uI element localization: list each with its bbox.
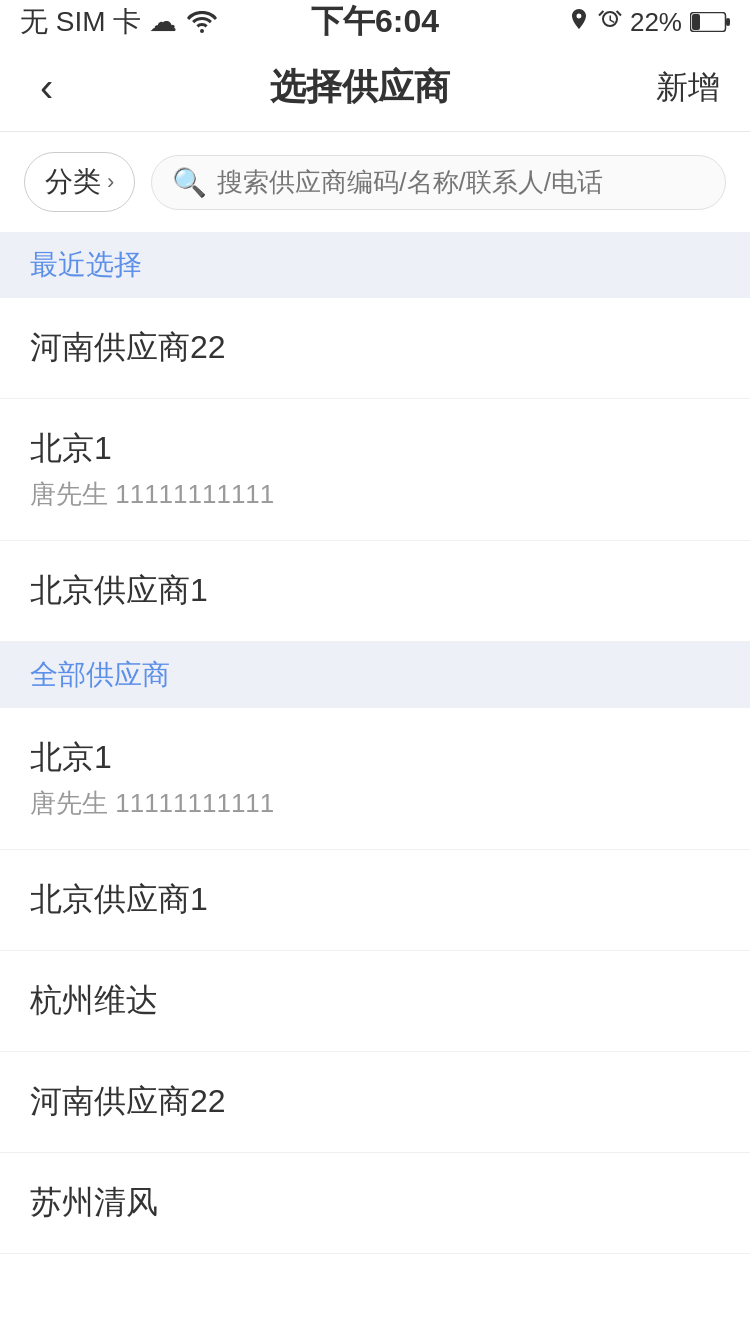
page-title: 选择供应商	[270, 63, 450, 112]
search-icon: 🔍	[172, 166, 207, 199]
list-item[interactable]: 河南供应商22	[0, 298, 750, 399]
item-name: 北京供应商1	[30, 878, 720, 922]
wifi-icon	[187, 11, 217, 33]
status-time: 下午6:04	[311, 0, 439, 44]
add-button[interactable]: 新增	[656, 66, 720, 110]
filter-bar: 分类 › 🔍	[0, 132, 750, 232]
search-box[interactable]: 🔍	[151, 155, 726, 210]
list-item[interactable]: 北京1 唐先生 11111111111	[0, 399, 750, 541]
back-button[interactable]: ‹	[30, 55, 63, 120]
item-sub: 唐先生 11111111111	[30, 477, 720, 512]
alarm-icon	[598, 9, 622, 35]
item-name: 北京1	[30, 736, 720, 780]
item-name: 北京1	[30, 427, 720, 471]
list-item[interactable]: 河南供应商22	[0, 1052, 750, 1153]
recent-section-label: 最近选择	[30, 249, 142, 280]
list-item[interactable]: 杭州维达	[0, 951, 750, 1052]
item-name: 河南供应商22	[30, 1080, 720, 1124]
list-item[interactable]: 苏州清风	[0, 1153, 750, 1254]
status-right: 22%	[568, 7, 730, 38]
battery-icon	[690, 12, 730, 32]
all-section-header: 全部供应商	[0, 642, 750, 708]
item-name: 苏州清风	[30, 1181, 720, 1225]
list-item[interactable]: 北京1 唐先生 11111111111	[0, 708, 750, 850]
recent-list: 河南供应商22 北京1 唐先生 11111111111 北京供应商1	[0, 298, 750, 642]
no-sim-text: 无 SIM 卡 ☁	[20, 3, 177, 41]
svg-rect-2	[726, 18, 730, 26]
item-name: 杭州维达	[30, 979, 720, 1023]
item-sub: 唐先生 11111111111	[30, 786, 720, 821]
search-input[interactable]	[217, 167, 705, 198]
item-name: 河南供应商22	[30, 326, 720, 370]
item-name: 北京供应商1	[30, 569, 720, 613]
battery-text: 22%	[630, 7, 682, 38]
nav-bar: ‹ 选择供应商 新增	[0, 44, 750, 132]
svg-rect-1	[692, 14, 700, 30]
category-label: 分类	[45, 163, 101, 201]
location-icon	[568, 9, 590, 35]
list-item[interactable]: 北京供应商1	[0, 850, 750, 951]
status-left: 无 SIM 卡 ☁	[20, 3, 217, 41]
recent-section-header: 最近选择	[0, 232, 750, 298]
list-item[interactable]: 北京供应商1	[0, 541, 750, 642]
all-section-label: 全部供应商	[30, 659, 170, 690]
status-bar: 无 SIM 卡 ☁ 下午6:04 22%	[0, 0, 750, 44]
category-button[interactable]: 分类 ›	[24, 152, 135, 212]
all-list: 北京1 唐先生 11111111111 北京供应商1 杭州维达河南供应商22 苏州清风	[0, 708, 750, 1254]
chevron-right-icon: ›	[107, 169, 114, 195]
